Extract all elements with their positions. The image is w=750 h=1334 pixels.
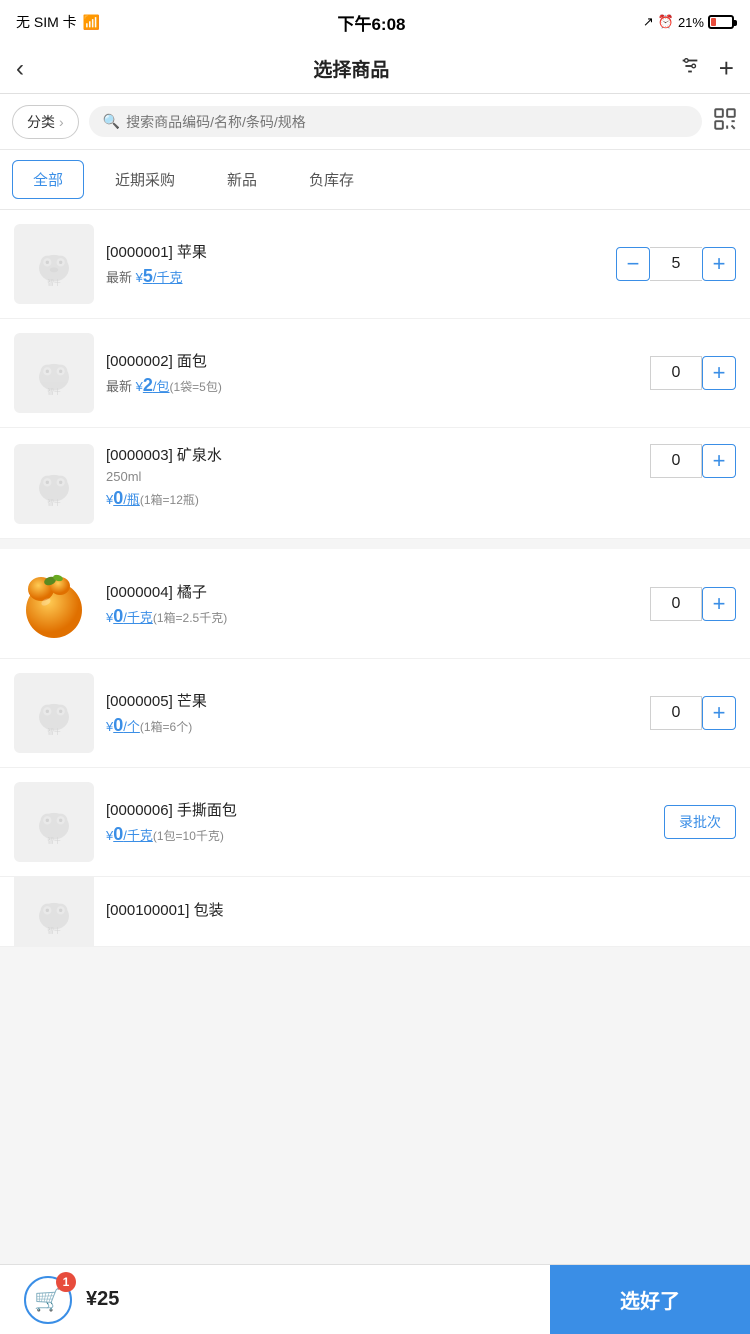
product-info: [0000004] 橘子 ¥0/千克(1箱=2.5千克) (94, 581, 650, 627)
decrease-button[interactable]: − (616, 247, 650, 281)
product-image (14, 564, 94, 644)
increase-button[interactable]: + (702, 444, 736, 478)
product-image: 智十 (14, 877, 94, 947)
location-icon: ↗ (643, 14, 654, 30)
quantity-control: 0 + (650, 444, 736, 478)
svg-text:智十: 智十 (47, 387, 61, 396)
quantity-control: − + (616, 247, 736, 281)
wifi-icon: 📶 (83, 14, 100, 31)
cart-section: 🛒 1 ¥25 (0, 1276, 550, 1324)
product-price: ¥0/个(1箱=6个) (106, 715, 638, 736)
orange-illustration (14, 564, 94, 644)
scan-icon[interactable] (712, 106, 738, 138)
product-info: [0000002] 面包 最新 ¥2/包(1袋=5包) (94, 350, 650, 396)
product-info: [0000005] 芒果 ¥0/个(1箱=6个) (94, 690, 650, 736)
quantity-display: 0 (650, 696, 702, 730)
section-divider (0, 539, 750, 549)
product-image: 智十 (14, 673, 94, 753)
status-time: 下午6:08 (337, 10, 405, 35)
search-icon: 🔍 (103, 113, 120, 130)
tab-bar: 全部 近期采购 新品 负库存 (0, 150, 750, 210)
nav-actions: + (679, 53, 734, 84)
product-image: 智十 (14, 782, 94, 862)
alarm-icon: ⏰ (658, 14, 674, 30)
product-info: [0000001] 苹果 最新 ¥5/千克 (94, 241, 616, 287)
product-price: ¥0/千克(1包=10千克) (106, 824, 652, 845)
search-input[interactable] (126, 114, 688, 130)
page-title: 选择商品 (313, 55, 389, 82)
tab-negative[interactable]: 负库存 (288, 160, 375, 199)
bottom-bar: 🛒 1 ¥25 选好了 (0, 1264, 750, 1334)
product-image: 智十 (14, 224, 94, 304)
status-carrier: 无 SIM 卡 📶 (16, 12, 100, 32)
product-info: [000100001] 包装 (94, 899, 736, 924)
battery-percent: 21% (678, 15, 704, 30)
quantity-input[interactable] (650, 247, 702, 281)
filter-bar: 分类 › 🔍 (0, 94, 750, 150)
svg-text:智十: 智十 (47, 278, 61, 287)
cart-badge: 1 (56, 1272, 76, 1292)
quantity-control: 0 + (650, 696, 736, 730)
tab-all[interactable]: 全部 (12, 160, 84, 199)
search-box: 🔍 (89, 106, 702, 137)
filter-icon[interactable] (679, 55, 701, 83)
category-button[interactable]: 分类 › (12, 105, 79, 139)
cart-total: ¥25 (86, 1288, 119, 1311)
svg-text:智十: 智十 (47, 836, 61, 845)
battery-icon (708, 15, 734, 29)
tab-recent[interactable]: 近期采购 (94, 160, 196, 199)
add-button[interactable]: + (719, 53, 734, 84)
table-row: 智十 [000100001] 包装 (0, 877, 750, 947)
product-list: 智十 [0000001] 苹果 最新 ¥5/千克 − + (0, 210, 750, 1027)
product-price: 最新 ¥5/千克 (106, 266, 604, 287)
table-row: [0000004] 橘子 ¥0/千克(1箱=2.5千克) 0 + (0, 549, 750, 659)
table-row: 智十 [0000006] 手撕面包 ¥0/千克(1包=10千克) 录批次 (0, 768, 750, 877)
product-price: ¥0/千克(1箱=2.5千克) (106, 606, 638, 627)
status-bar: 无 SIM 卡 📶 下午6:08 ↗ ⏰ 21% (0, 0, 750, 44)
product-name: [0000001] 苹果 (106, 241, 604, 262)
chevron-icon: › (59, 114, 64, 130)
quantity-control: 0 + (650, 587, 736, 621)
product-info: [0000003] 矿泉水 250ml ¥0/瓶(1箱=12瓶) (94, 444, 650, 509)
quantity-display: 0 (650, 356, 702, 390)
status-right: ↗ ⏰ 21% (643, 14, 734, 30)
increase-button[interactable]: + (702, 356, 736, 390)
batch-button[interactable]: 录批次 (664, 805, 736, 839)
product-price: 最新 ¥2/包(1袋=5包) (106, 375, 638, 396)
cart-icon: 🛒 (34, 1287, 61, 1313)
product-price: ¥0/瓶(1箱=12瓶) (106, 488, 638, 509)
quantity-control: 0 + (650, 356, 736, 390)
product-image: 智十 (14, 444, 94, 524)
increase-button[interactable]: + (702, 587, 736, 621)
back-button[interactable]: ‹ (16, 55, 24, 83)
quantity-display: 0 (650, 587, 702, 621)
table-row: 智十 [0000001] 苹果 最新 ¥5/千克 − + (0, 210, 750, 319)
svg-text:智十: 智十 (47, 925, 61, 934)
confirm-button[interactable]: 选好了 (550, 1265, 750, 1334)
product-name: [0000006] 手撕面包 (106, 799, 652, 820)
table-row: 智十 [0000005] 芒果 ¥0/个(1箱=6个) 0 + (0, 659, 750, 768)
table-row: 智十 [0000003] 矿泉水 250ml ¥0/瓶(1箱=12瓶) 0 + (0, 428, 750, 539)
svg-text:智十: 智十 (47, 498, 61, 507)
product-name: [0000004] 橘子 (106, 581, 638, 602)
product-name: [0000003] 矿泉水 (106, 444, 638, 465)
increase-button[interactable]: + (702, 696, 736, 730)
nav-bar: ‹ 选择商品 + (0, 44, 750, 94)
tab-new[interactable]: 新品 (206, 160, 278, 199)
product-spec: 250ml (106, 469, 638, 484)
increase-button[interactable]: + (702, 247, 736, 281)
product-name: [0000002] 面包 (106, 350, 638, 371)
product-image: 智十 (14, 333, 94, 413)
table-row: 智十 [0000002] 面包 最新 ¥2/包(1袋=5包) 0 + (0, 319, 750, 428)
cart-button[interactable]: 🛒 1 (24, 1276, 72, 1324)
svg-text:智十: 智十 (47, 727, 61, 736)
quantity-display: 0 (650, 444, 702, 478)
product-name: [0000005] 芒果 (106, 690, 638, 711)
product-info: [0000006] 手撕面包 ¥0/千克(1包=10千克) (94, 799, 664, 845)
product-name: [000100001] 包装 (106, 899, 724, 920)
